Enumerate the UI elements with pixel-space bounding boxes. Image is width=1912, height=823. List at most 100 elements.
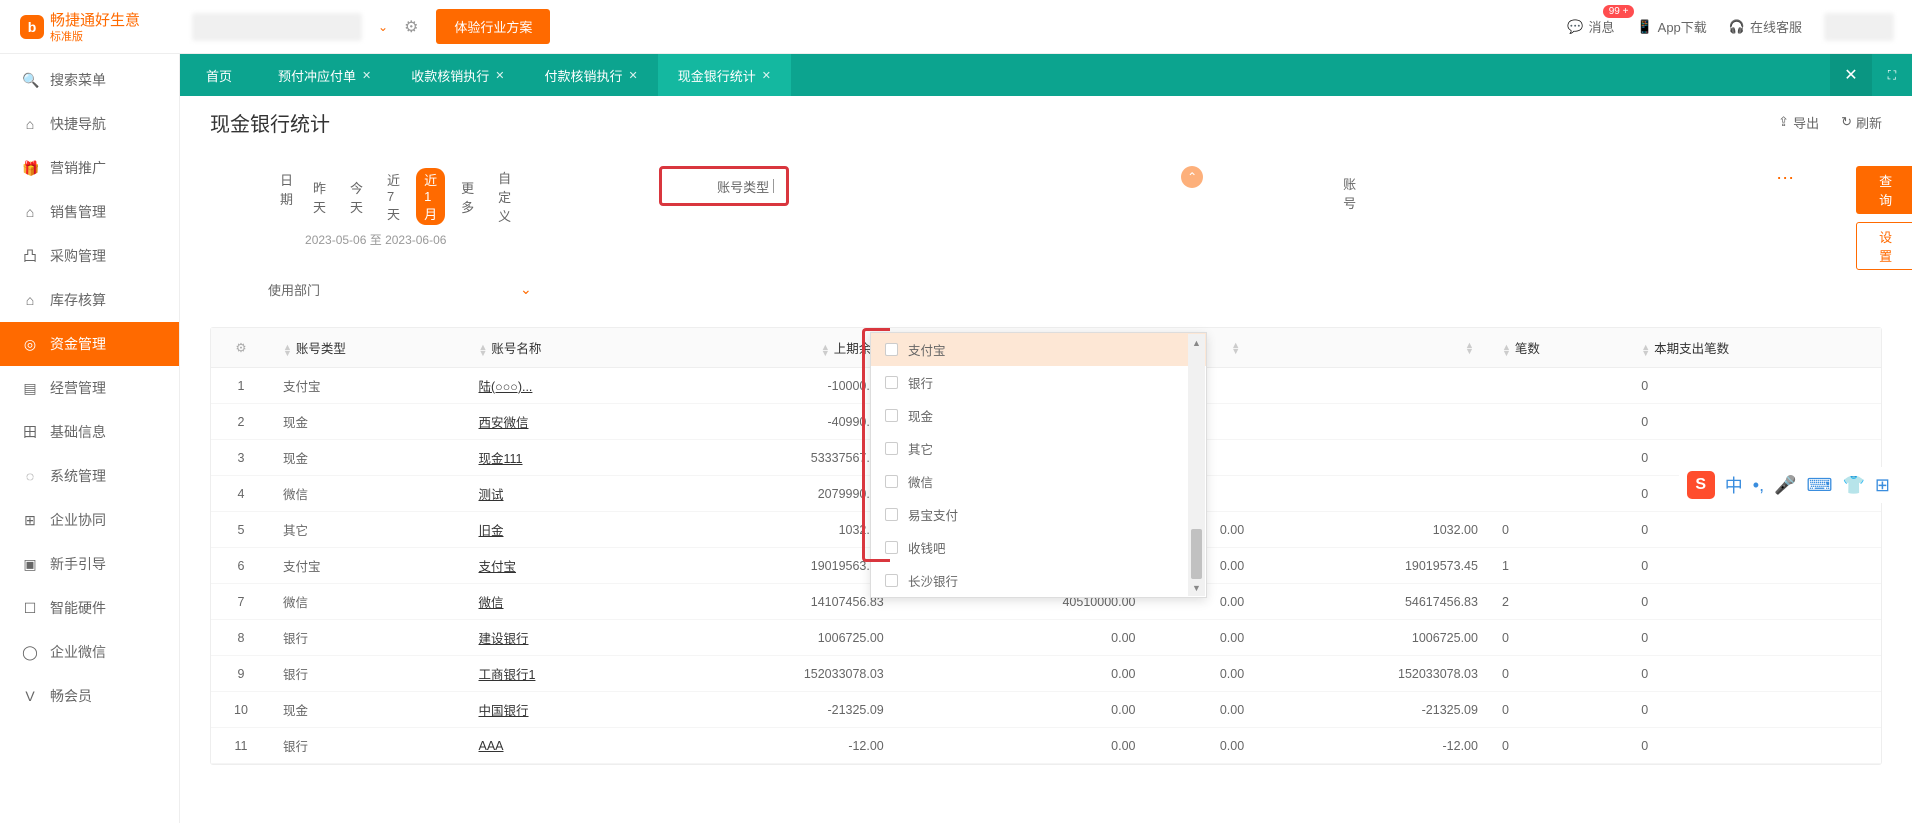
export-button[interactable]: ⇪导出	[1778, 113, 1819, 132]
ime-skin-icon[interactable]: 👕	[1842, 475, 1864, 496]
table-settings-icon[interactable]: ⚙	[211, 328, 271, 368]
sort-icon[interactable]: ▲▼	[821, 344, 830, 356]
sort-icon[interactable]: ▲▼	[283, 344, 292, 356]
dropdown-option-0[interactable]: 支付宝	[871, 333, 1206, 366]
column-header-6[interactable]: ▲▼笔数	[1490, 328, 1629, 368]
dropdown-option-3[interactable]: 其它	[871, 432, 1206, 465]
chevron-down-icon[interactable]: ⌄	[378, 20, 388, 34]
collapse-icon[interactable]: ⌃	[1181, 166, 1203, 188]
ime-mic-icon[interactable]: 🎤	[1774, 475, 1796, 496]
dropdown-option-7[interactable]: 长沙银行	[871, 564, 1206, 597]
checkbox[interactable]	[885, 409, 898, 422]
account-link[interactable]: 西安微信	[479, 416, 529, 430]
ime-keyboard-icon[interactable]: ⌨	[1807, 475, 1833, 496]
sidebar-item-9[interactable]: ◌系统管理	[0, 454, 179, 498]
close-icon[interactable]: ✕	[362, 69, 371, 82]
ime-toolbox-icon[interactable]: ⊞	[1875, 475, 1890, 496]
account-link[interactable]: 微信	[479, 596, 504, 610]
checkbox[interactable]	[885, 508, 898, 521]
settings-button[interactable]: 设置	[1856, 222, 1912, 270]
sidebar-item-11[interactable]: ▣新手引导	[0, 542, 179, 586]
close-icon[interactable]: ✕	[495, 69, 504, 82]
sidebar-item-6[interactable]: ◎资金管理	[0, 322, 179, 366]
checkbox[interactable]	[885, 541, 898, 554]
dropdown-option-6[interactable]: 收钱吧	[871, 531, 1206, 564]
ime-mode[interactable]: 中	[1725, 472, 1743, 498]
sort-icon[interactable]: ▲▼	[479, 344, 488, 356]
account-link[interactable]: 现金111	[479, 452, 523, 466]
column-header-5[interactable]: ▲▼	[1256, 328, 1490, 368]
column-header-1[interactable]: ▲▼账号名称	[467, 328, 663, 368]
gear-icon[interactable]: ⚙	[404, 17, 418, 37]
account-link[interactable]: 陆(○○○)...	[479, 380, 533, 394]
messages-link[interactable]: 💬 消息 99 +	[1567, 17, 1614, 36]
scrollbar[interactable]: ▲▼	[1188, 334, 1205, 596]
sort-icon[interactable]: ▲▼	[1465, 342, 1474, 354]
support-link[interactable]: 🎧 在线客服	[1729, 17, 1802, 36]
scroll-thumb[interactable]	[1191, 529, 1202, 579]
sidebar-item-8[interactable]: 田基础信息	[0, 410, 179, 454]
app-download-link[interactable]: 📱 App下载	[1636, 17, 1706, 36]
sidebar-item-5[interactable]: ⌂库存核算	[0, 278, 179, 322]
org-switcher[interactable]	[192, 13, 362, 41]
tab-2[interactable]: 付款核销执行✕	[524, 54, 657, 96]
chevron-down-icon[interactable]: ⌄	[520, 281, 532, 298]
date-option-4[interactable]: 更多	[453, 176, 482, 218]
sidebar-item-14[interactable]: V畅会员	[0, 674, 179, 718]
cta-button[interactable]: 体验行业方案	[436, 9, 550, 44]
sort-icon[interactable]: ▲▼	[1502, 344, 1511, 356]
column-header-7[interactable]: ▲▼本期支出笔数	[1629, 328, 1881, 368]
tab-3[interactable]: 现金银行统计✕	[658, 54, 791, 96]
account-link[interactable]: 工商银行1	[479, 668, 536, 682]
sort-icon[interactable]: ▲▼	[1231, 342, 1240, 354]
column-header-2[interactable]: ▲▼上期余额	[662, 328, 896, 368]
ime-logo-icon[interactable]: S	[1687, 471, 1715, 499]
sidebar-item-1[interactable]: ⌂快捷导航	[0, 102, 179, 146]
date-option-3[interactable]: 近1月	[416, 168, 445, 225]
scroll-up-icon[interactable]: ▲	[1188, 334, 1205, 351]
dropdown-option-5[interactable]: 易宝支付	[871, 498, 1206, 531]
sidebar-item-3[interactable]: ⌂销售管理	[0, 190, 179, 234]
date-option-5[interactable]: 自定义	[490, 166, 519, 227]
checkbox[interactable]	[885, 475, 898, 488]
sidebar-item-12[interactable]: ☐智能硬件	[0, 586, 179, 630]
tab-close-all[interactable]: ✕	[1830, 54, 1872, 96]
query-button[interactable]: 查询	[1856, 166, 1912, 214]
expand-icon[interactable]: ⛶	[1872, 54, 1912, 96]
checkbox[interactable]	[885, 574, 898, 587]
tab-1[interactable]: 收款核销执行✕	[391, 54, 524, 96]
account-link[interactable]: 测试	[479, 488, 504, 502]
sidebar-item-4[interactable]: 凸采购管理	[0, 234, 179, 278]
account-link[interactable]: AAA	[479, 739, 504, 753]
dropdown-option-4[interactable]: 微信	[871, 465, 1206, 498]
date-option-0[interactable]: 昨天	[305, 176, 334, 218]
checkbox[interactable]	[885, 343, 898, 356]
sidebar-item-0[interactable]: 🔍搜索菜单	[0, 58, 179, 102]
close-icon[interactable]: ✕	[762, 69, 771, 82]
account-link[interactable]: 建设银行	[479, 632, 529, 646]
account-link[interactable]: 支付宝	[479, 560, 517, 574]
account-link[interactable]: 中国银行	[479, 704, 529, 718]
ime-punct-icon[interactable]: •,	[1753, 475, 1764, 496]
close-icon[interactable]: ✕	[629, 69, 638, 82]
date-option-2[interactable]: 近7天	[379, 168, 408, 225]
avatar[interactable]	[1824, 13, 1894, 41]
checkbox[interactable]	[885, 376, 898, 389]
scroll-down-icon[interactable]: ▼	[1188, 579, 1205, 596]
sidebar-item-7[interactable]: ▤经营管理	[0, 366, 179, 410]
column-header-0[interactable]: ▲▼账号类型	[271, 328, 467, 368]
more-icon[interactable]: ⋯	[1776, 166, 1794, 189]
account-link[interactable]: 旧金	[479, 524, 504, 538]
sidebar-item-13[interactable]: ◯企业微信	[0, 630, 179, 674]
refresh-button[interactable]: ↻刷新	[1841, 113, 1882, 132]
sort-icon[interactable]: ▲▼	[1641, 344, 1650, 356]
sidebar-item-10[interactable]: ⊞企业协同	[0, 498, 179, 542]
tab-home[interactable]: 首页	[180, 54, 258, 96]
dropdown-option-2[interactable]: 现金	[871, 399, 1206, 432]
checkbox[interactable]	[885, 442, 898, 455]
account-type-input[interactable]: 账号类型	[659, 166, 789, 206]
dropdown-option-1[interactable]: 银行	[871, 366, 1206, 399]
tab-0[interactable]: 预付冲应付单✕	[258, 54, 391, 96]
sidebar-item-2[interactable]: 🎁营销推广	[0, 146, 179, 190]
date-option-1[interactable]: 今天	[342, 176, 371, 218]
